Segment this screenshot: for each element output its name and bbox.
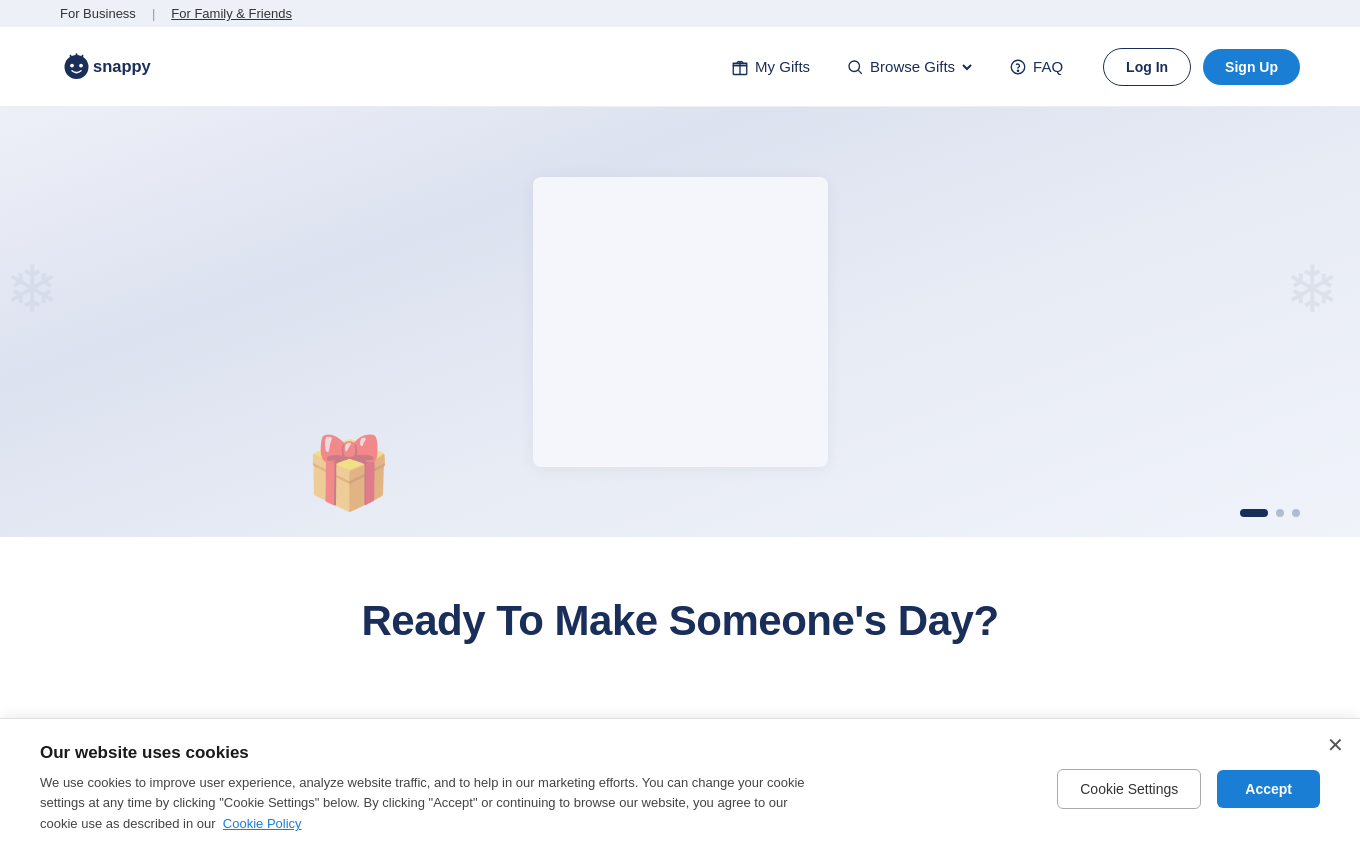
ready-section: Ready To Make Someone's Day? bbox=[0, 537, 1360, 685]
carousel-dots bbox=[1240, 509, 1300, 517]
deco-gift-bottom: 🎁 bbox=[300, 417, 420, 517]
svg-point-2 bbox=[79, 63, 83, 67]
svg-point-1 bbox=[70, 63, 74, 67]
browse-gifts-link[interactable]: Browse Gifts bbox=[846, 58, 973, 76]
ready-heading: Ready To Make Someone's Day? bbox=[60, 597, 1300, 645]
nav-buttons: Log In Sign Up bbox=[1103, 48, 1300, 86]
navbar: snappy My Gifts Browse Gifts bbox=[0, 27, 1360, 107]
top-bar: For Business | For Family & Friends bbox=[0, 0, 1360, 27]
gift-icon bbox=[731, 58, 749, 76]
search-icon bbox=[846, 58, 864, 76]
deco-snowflake-left: ❄ bbox=[0, 247, 80, 327]
snappy-logo-svg: snappy bbox=[60, 47, 180, 87]
login-button[interactable]: Log In bbox=[1103, 48, 1191, 86]
nav-links: My Gifts Browse Gifts FAQ bbox=[731, 58, 1063, 76]
carousel-dot-2[interactable] bbox=[1276, 509, 1284, 517]
svg-text:❄: ❄ bbox=[1285, 253, 1339, 326]
hero-section: ❄ ❄ 🎁 bbox=[0, 107, 1360, 537]
signup-button[interactable]: Sign Up bbox=[1203, 49, 1300, 85]
logo[interactable]: snappy bbox=[60, 47, 180, 87]
faq-link[interactable]: FAQ bbox=[1009, 58, 1063, 76]
svg-point-7 bbox=[1017, 70, 1018, 71]
carousel-dot-3[interactable] bbox=[1292, 509, 1300, 517]
svg-text:🎁: 🎁 bbox=[305, 432, 393, 515]
for-business-link[interactable]: For Business bbox=[60, 6, 136, 21]
my-gifts-link[interactable]: My Gifts bbox=[731, 58, 810, 76]
deco-snowflake-right: ❄ bbox=[1280, 247, 1360, 327]
question-icon bbox=[1009, 58, 1027, 76]
chevron-down-icon bbox=[961, 61, 973, 73]
for-family-link[interactable]: For Family & Friends bbox=[171, 6, 292, 21]
svg-text:snappy: snappy bbox=[93, 57, 152, 75]
separator: | bbox=[152, 6, 155, 21]
carousel-dot-1[interactable] bbox=[1240, 509, 1268, 517]
hero-card bbox=[533, 177, 828, 467]
svg-point-5 bbox=[849, 61, 860, 72]
svg-text:❄: ❄ bbox=[5, 253, 59, 326]
